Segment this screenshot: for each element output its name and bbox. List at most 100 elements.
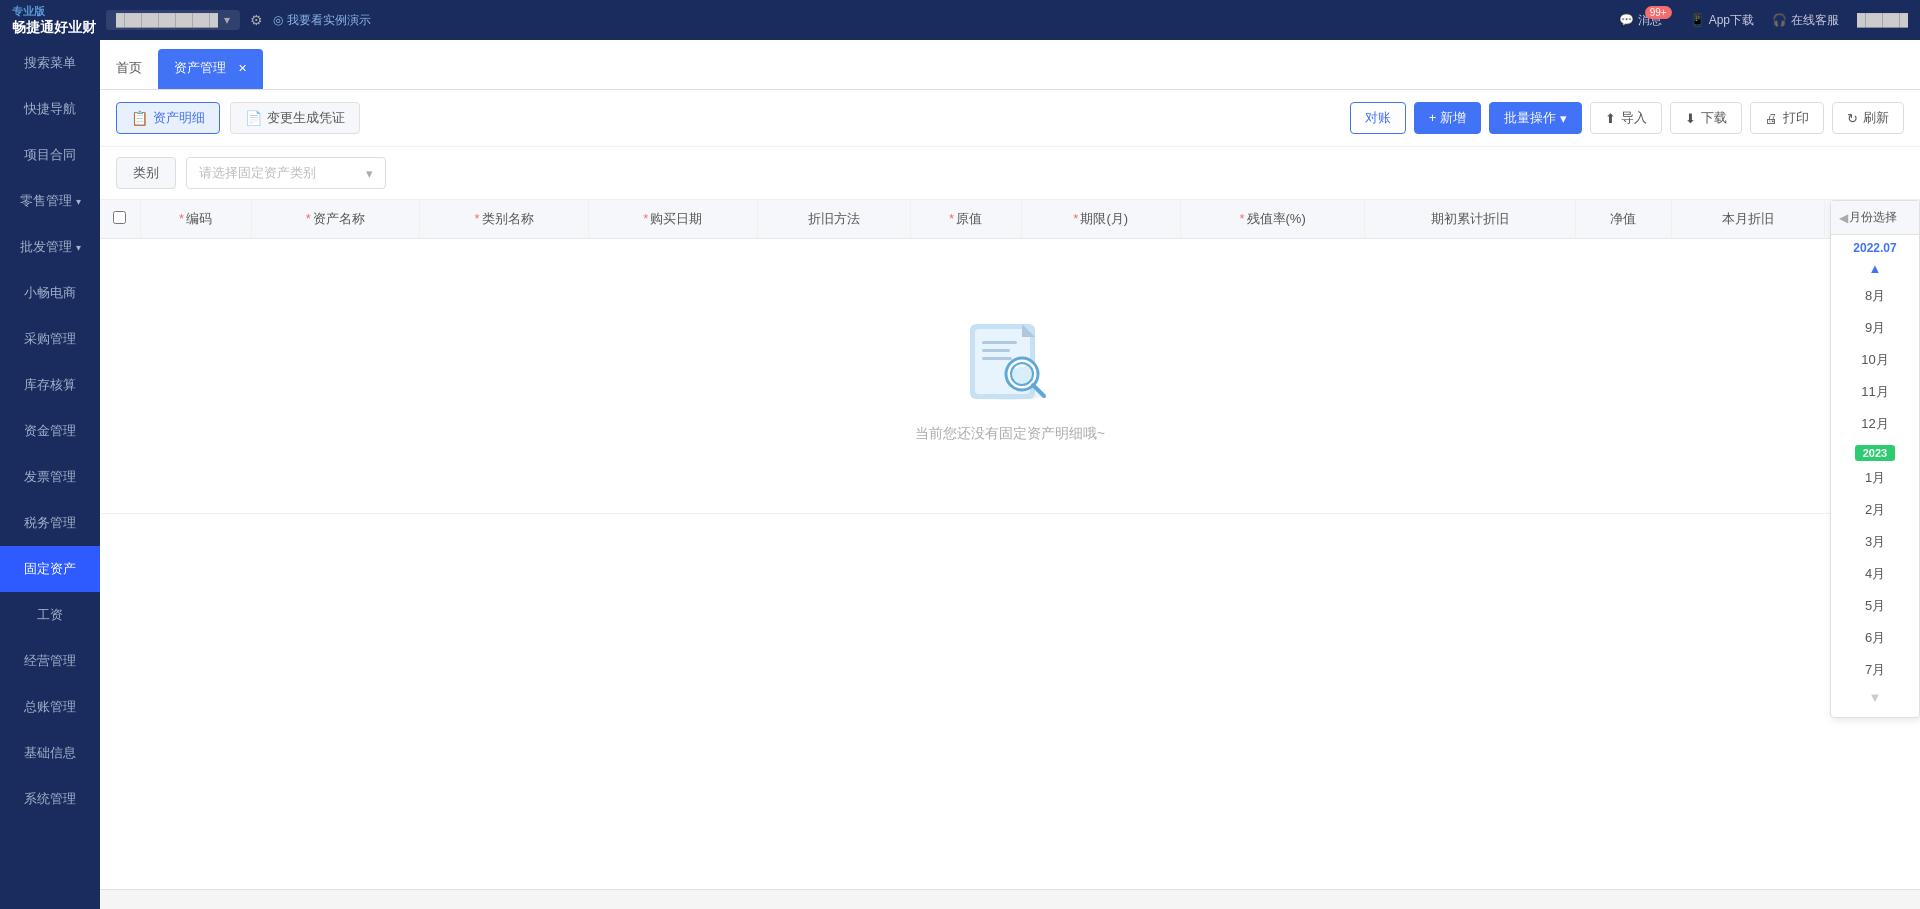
sidebar-item-ledger[interactable]: 总账管理: [0, 684, 100, 730]
print-icon: 🖨: [1765, 111, 1778, 126]
sidebar-item-inventory[interactable]: 库存核算: [0, 362, 100, 408]
demo-circle-icon: ◎: [273, 13, 283, 27]
col-purchase-date: *购买日期: [588, 200, 757, 239]
tab-change-voucher[interactable]: 📄 变更生成凭证: [230, 102, 360, 134]
empty-illustration: [950, 309, 1070, 409]
tab-assets-label: 资产管理: [174, 60, 226, 75]
col-monthly-depreciation: 本月折旧: [1671, 200, 1824, 239]
tab-asset-detail[interactable]: 📋 资产明细: [116, 102, 220, 134]
demo-link[interactable]: ◎ 我要看实例演示: [273, 12, 371, 29]
bottom-scrollbar[interactable]: [100, 889, 1920, 909]
table-and-panel: *编码 *资产名称 *类别名称 *购买日期 折旧方法 *原值 *期限(月) *残…: [100, 200, 1920, 889]
select-all-checkbox[interactable]: [113, 211, 126, 224]
sidebar-item-search[interactable]: 搜索菜单: [0, 40, 100, 86]
month-10[interactable]: 10月: [1831, 344, 1919, 376]
add-button[interactable]: + 新增: [1414, 102, 1481, 134]
svg-rect-5: [982, 357, 1012, 360]
month-8[interactable]: 8月: [1831, 280, 1919, 312]
month-2023-5[interactable]: 5月: [1831, 590, 1919, 622]
sidebar-item-retail[interactable]: 零售管理 ▾: [0, 178, 100, 224]
month-2023-4[interactable]: 4月: [1831, 558, 1919, 590]
sidebar-item-salary[interactable]: 工资: [0, 592, 100, 638]
tab-assets[interactable]: 资产管理 ✕: [158, 49, 263, 89]
tab-home[interactable]: 首页: [100, 49, 158, 89]
category-filter-select[interactable]: 请选择固定资产类别 ▾: [186, 157, 386, 189]
sidebar-item-quicknav[interactable]: 快捷导航: [0, 86, 100, 132]
app-download-label: App下载: [1709, 12, 1754, 29]
sidebar: 搜索菜单 快捷导航 项目合同 零售管理 ▾ 批发管理 ▾ 小畅电商 采购管理 库: [0, 40, 100, 909]
sidebar-item-operation[interactable]: 经营管理: [0, 638, 100, 684]
print-button[interactable]: 🖨 打印: [1750, 102, 1824, 134]
top-bar-left: 专业版 畅捷通好业财 ████████████ ▾ ⚙ ◎ 我要看实例演示: [12, 4, 371, 37]
month-2023-1[interactable]: 1月: [1831, 462, 1919, 494]
tab-home-label: 首页: [116, 60, 142, 75]
message-button[interactable]: 💬 消息 99+: [1619, 12, 1662, 29]
sidebar-label-finance: 资金管理: [24, 423, 76, 438]
import-button[interactable]: ⬆ 导入: [1590, 102, 1662, 134]
col-residual-rate: *残值率(%): [1180, 200, 1365, 239]
online-service-button[interactable]: 🎧 在线客服: [1772, 12, 1839, 29]
month-panel-prev-arrow[interactable]: ▲: [1831, 257, 1919, 280]
sidebar-item-ecommerce[interactable]: 小畅电商: [0, 270, 100, 316]
online-service-label: 在线客服: [1791, 12, 1839, 29]
reconcile-button[interactable]: 对账: [1350, 102, 1406, 134]
close-panel-icon[interactable]: ◀: [1839, 211, 1848, 225]
content-area: 首页 资产管理 ✕ 📋 资产明细 📄 变更生成凭证: [100, 40, 1920, 909]
month-9[interactable]: 9月: [1831, 312, 1919, 344]
sidebar-item-project[interactable]: 项目合同: [0, 132, 100, 178]
batch-arrow-icon: ▾: [1560, 111, 1567, 126]
month-2023-2[interactable]: 2月: [1831, 494, 1919, 526]
month-panel-next-arrow[interactable]: ▼: [1831, 686, 1919, 709]
month-2023-3[interactable]: 3月: [1831, 526, 1919, 558]
sidebar-label-operation: 经营管理: [24, 653, 76, 668]
sidebar-label-basic: 基础信息: [24, 745, 76, 760]
batch-button[interactable]: 批量操作 ▾: [1489, 102, 1582, 134]
sidebar-label-system: 系统管理: [24, 791, 76, 806]
asset-detail-icon: 📋: [131, 110, 148, 126]
col-net-value: 净值: [1576, 200, 1671, 239]
empty-text: 当前您还没有固定资产明细哦~: [915, 425, 1105, 443]
sidebar-label-wholesale: 批发管理: [20, 238, 72, 256]
download-label: 下载: [1701, 109, 1727, 127]
top-bar-right: 💬 消息 99+ 📱 App下载 🎧 在线客服 ██████: [1619, 12, 1908, 29]
month-panel: ◀ 月份选择 2022.07 ▲ 8月 9月 10月 11月 12月: [1830, 200, 1920, 718]
filter-left: 类别 请选择固定资产类别 ▾: [116, 157, 386, 189]
headset-icon: 🎧: [1772, 13, 1787, 27]
reconcile-label: 对账: [1365, 109, 1391, 127]
sidebar-item-system[interactable]: 系统管理: [0, 776, 100, 822]
year-2023-label: 2023: [1831, 440, 1919, 462]
app-download-button[interactable]: 📱 App下载: [1690, 12, 1754, 29]
tab-close-icon[interactable]: ✕: [238, 62, 247, 74]
sidebar-label-invoice: 发票管理: [24, 469, 76, 484]
month-panel-title: 月份选择: [1849, 209, 1897, 226]
year-2022-label: 2022.07: [1831, 235, 1919, 257]
month-2023-7[interactable]: 7月: [1831, 654, 1919, 686]
sidebar-item-wholesale[interactable]: 批发管理 ▾: [0, 224, 100, 270]
print-label: 打印: [1783, 109, 1809, 127]
month-2023-6[interactable]: 6月: [1831, 622, 1919, 654]
col-depreciation-method: 折旧方法: [757, 200, 910, 239]
account-selector[interactable]: ████████████ ▾: [106, 10, 240, 30]
filter-arrow-icon: ▾: [366, 166, 373, 181]
retail-arrow-icon: ▾: [76, 196, 81, 207]
sidebar-item-fixed-assets[interactable]: 固定资产: [0, 546, 100, 592]
month-11[interactable]: 11月: [1831, 376, 1919, 408]
sidebar-item-finance[interactable]: 资金管理: [0, 408, 100, 454]
sidebar-label-ecommerce: 小畅电商: [24, 285, 76, 300]
refresh-button[interactable]: ↻ 刷新: [1832, 102, 1904, 134]
settings-icon[interactable]: ⚙: [250, 12, 263, 28]
selector-text: ████████████: [116, 13, 218, 27]
refresh-icon: ↻: [1847, 111, 1858, 126]
col-code: *编码: [140, 200, 251, 239]
sidebar-item-basic[interactable]: 基础信息: [0, 730, 100, 776]
sidebar-item-tax[interactable]: 税务管理: [0, 500, 100, 546]
brand-edition: 专业版: [12, 4, 96, 19]
month-12[interactable]: 12月: [1831, 408, 1919, 440]
table-header-row: *编码 *资产名称 *类别名称 *购买日期 折旧方法 *原值 *期限(月) *残…: [100, 200, 1920, 239]
svg-rect-4: [982, 349, 1010, 352]
page-content: 📋 资产明细 📄 变更生成凭证 对账 + 新增 批量操作: [100, 90, 1920, 909]
download-button[interactable]: ⬇ 下载: [1670, 102, 1742, 134]
sidebar-item-invoice[interactable]: 发票管理: [0, 454, 100, 500]
sidebar-item-purchase[interactable]: 采购管理: [0, 316, 100, 362]
empty-state: 当前您还没有固定资产明细哦~: [108, 249, 1912, 503]
